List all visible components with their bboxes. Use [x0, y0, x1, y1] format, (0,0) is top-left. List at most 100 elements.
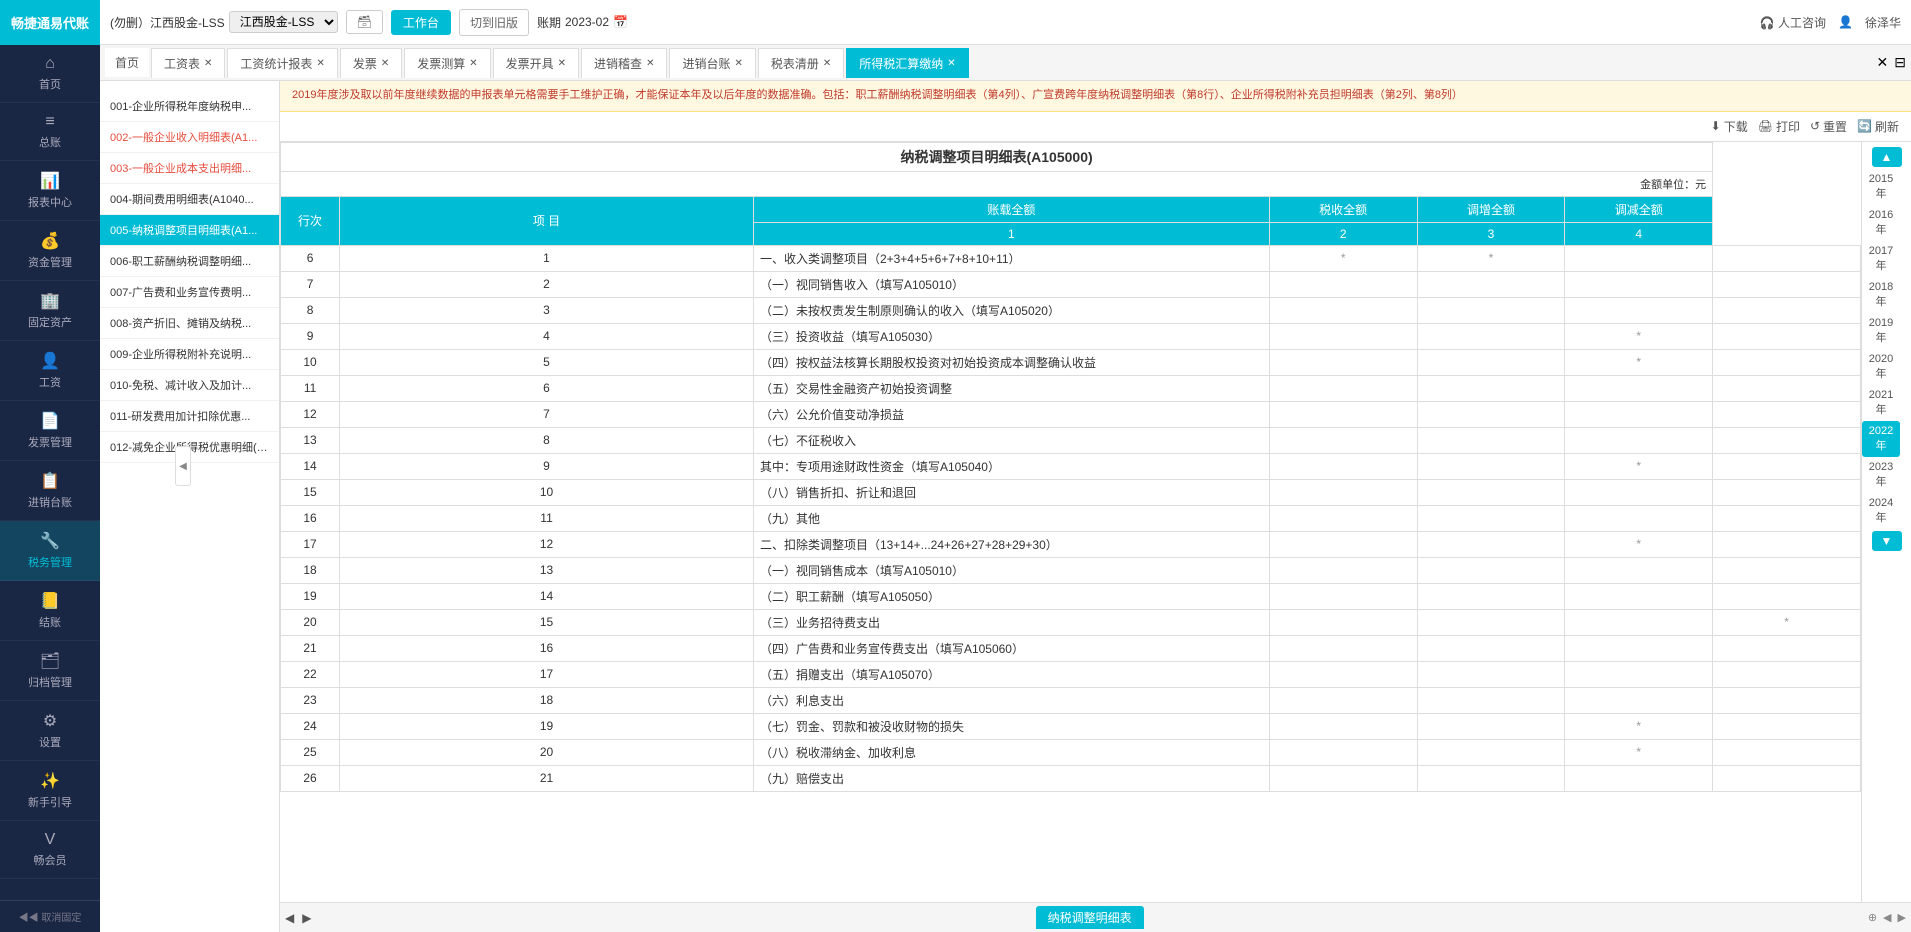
left-panel-item-010[interactable]: 010-免税、减计收入及加计... [100, 370, 279, 401]
left-panel-item-006[interactable]: 006-职工薪酬纳税调整明细... [100, 246, 279, 277]
cell-col2[interactable] [1417, 401, 1565, 427]
tab-invoice-calc[interactable]: 发票测算 ✕ [404, 48, 490, 78]
bottom-scroll-left[interactable]: ◀ [1883, 911, 1891, 924]
cell-col1[interactable] [1269, 713, 1417, 739]
sidebar-item-home[interactable]: ⌂ 首页 [0, 45, 100, 103]
year-btn[interactable]: 2020年 [1862, 349, 1900, 385]
panel-collapse-btn[interactable]: ◀ [175, 446, 191, 486]
cell-col1[interactable] [1269, 375, 1417, 401]
cell-col3[interactable] [1565, 765, 1713, 791]
cell-col1[interactable] [1269, 531, 1417, 557]
cell-col1[interactable] [1269, 557, 1417, 583]
cell-col4[interactable] [1713, 583, 1861, 609]
year-btn[interactable]: 2019年 [1862, 313, 1900, 349]
sidebar-item-finance[interactable]: 💰 资金管理 [0, 221, 100, 281]
cell-col3[interactable] [1565, 661, 1713, 687]
scroll-right-btn[interactable]: ▶ [302, 911, 311, 925]
left-panel-item-003[interactable]: 003-一般企业成本支出明细... [100, 153, 279, 184]
left-panel-item-002[interactable]: 002-一般企业收入明细表(A1... [100, 122, 279, 153]
cell-col2[interactable] [1417, 583, 1565, 609]
cell-col2[interactable] [1417, 687, 1565, 713]
table-row[interactable]: 23 18 （六）利息支出 [281, 687, 1861, 713]
year-btn[interactable]: 2018年 [1862, 277, 1900, 313]
sidebar-item-archive[interactable]: 🗂 归档管理 [0, 641, 100, 701]
table-row[interactable]: 22 17 （五）捐赠支出（填写A105070） [281, 661, 1861, 687]
table-row[interactable]: 25 20 （八）税收滞纳金、加收利息 * [281, 739, 1861, 765]
tab-tax-list[interactable]: 税表清册 ✕ [758, 48, 844, 78]
table-row[interactable]: 20 15 （三）业务招待费支出 * [281, 609, 1861, 635]
calendar-icon[interactable]: 📅 [613, 15, 628, 29]
cell-col1[interactable] [1269, 427, 1417, 453]
tab-close-payroll[interactable]: ✕ [204, 58, 212, 69]
sidebar-item-close[interactable]: 📒 结账 [0, 581, 100, 641]
table-wrapper[interactable]: 纳税调整项目明细表(A105000) 金额单位：元 行次 项 目 账载全额 税收… [280, 142, 1861, 902]
cell-col2[interactable] [1417, 609, 1565, 635]
cell-col4[interactable] [1713, 713, 1861, 739]
cell-col1[interactable] [1269, 635, 1417, 661]
cell-col3[interactable]: * [1565, 531, 1713, 557]
sidebar-item-purchase-sales[interactable]: 📋 进销台账 [0, 461, 100, 521]
cell-col4[interactable] [1713, 453, 1861, 479]
year-btn[interactable]: 2022年 [1862, 421, 1900, 457]
scroll-left-btn[interactable]: ◀ [285, 911, 294, 925]
tab-close-all-btn[interactable]: ✕ [1877, 54, 1889, 71]
cell-col1[interactable] [1269, 687, 1417, 713]
table-row[interactable]: 18 13 （一）视同销售成本（填写A105010） [281, 557, 1861, 583]
tab-income-tax[interactable]: 所得税汇算缴纳 ✕ [846, 48, 968, 78]
cell-col3[interactable]: * [1565, 739, 1713, 765]
table-row[interactable]: 9 4 （三）投资收益（填写A105030） * [281, 323, 1861, 349]
table-row[interactable]: 19 14 （二）职工薪酬（填写A105050） [281, 583, 1861, 609]
cell-col1[interactable] [1269, 661, 1417, 687]
cell-col3[interactable] [1565, 427, 1713, 453]
bottom-scroll-right[interactable]: ▶ [1898, 911, 1906, 924]
table-row[interactable]: 24 19 （七）罚金、罚款和被没收财物的损失 * [281, 713, 1861, 739]
tab-close-income-tax[interactable]: ✕ [947, 58, 955, 69]
table-row[interactable]: 6 1 一、收入类调整项目（2+3+4+5+6+7+8+10+11） * * [281, 245, 1861, 271]
cell-col3[interactable]: * [1565, 323, 1713, 349]
cell-col2[interactable]: * [1417, 245, 1565, 271]
cell-col3[interactable] [1565, 557, 1713, 583]
cell-col4[interactable] [1713, 505, 1861, 531]
left-panel-item-008[interactable]: 008-资产折旧、摊销及纳税... [100, 308, 279, 339]
cell-col4[interactable] [1713, 635, 1861, 661]
cell-col2[interactable] [1417, 531, 1565, 557]
cell-col2[interactable] [1417, 557, 1565, 583]
reset-btn[interactable]: ↺ 重置 [1810, 118, 1847, 135]
table-row[interactable]: 7 2 （一）视同销售收入（填写A105010） [281, 271, 1861, 297]
cell-col4[interactable] [1713, 349, 1861, 375]
table-row[interactable]: 16 11 （九）其他 [281, 505, 1861, 531]
cell-col3[interactable] [1565, 583, 1713, 609]
table-row[interactable]: 21 16 （四）广告费和业务宣传费支出（填写A105060） [281, 635, 1861, 661]
tab-invoice-issue[interactable]: 发票开具 ✕ [493, 48, 579, 78]
left-panel-item-011[interactable]: 011-研发费用加计扣除优惠... [100, 401, 279, 432]
cell-col4[interactable] [1713, 557, 1861, 583]
tab-close-purchase-ledger[interactable]: ✕ [734, 58, 742, 69]
cell-col3[interactable]: * [1565, 713, 1713, 739]
cell-col4[interactable] [1713, 323, 1861, 349]
cell-col4[interactable] [1713, 661, 1861, 687]
table-row[interactable]: 10 5 （四）按权益法核算长期股权投资对初始投资成本调整确认收益 * [281, 349, 1861, 375]
tab-close-invoice[interactable]: ✕ [381, 58, 389, 69]
sidebar-item-assets[interactable]: 🏢 固定资产 [0, 281, 100, 341]
cell-col4[interactable] [1713, 765, 1861, 791]
cell-col3[interactable]: * [1565, 453, 1713, 479]
sidebar-item-member[interactable]: V 畅会员 [0, 821, 100, 879]
sidebar-item-invoice[interactable]: 📄 发票管理 [0, 401, 100, 461]
table-row[interactable]: 26 21 （九）赔偿支出 [281, 765, 1861, 791]
cell-col2[interactable] [1417, 271, 1565, 297]
cell-col4[interactable] [1713, 479, 1861, 505]
cell-col2[interactable] [1417, 375, 1565, 401]
cell-col4[interactable]: * [1713, 609, 1861, 635]
cell-col1[interactable] [1269, 297, 1417, 323]
sidebar-item-tax[interactable]: 🔧 税务管理 [0, 521, 100, 581]
old-version-btn[interactable]: 切到旧版 [459, 9, 529, 36]
sidebar-item-settings[interactable]: ⚙ 设置 [0, 701, 100, 761]
cell-col3[interactable] [1565, 245, 1713, 271]
cell-col3[interactable] [1565, 635, 1713, 661]
cell-col2[interactable] [1417, 765, 1565, 791]
year-btn[interactable]: 2021年 [1862, 385, 1900, 421]
year-btn[interactable]: 2017年 [1862, 241, 1900, 277]
tab-invoice[interactable]: 发票 ✕ [340, 48, 402, 78]
cell-col4[interactable] [1713, 739, 1861, 765]
cell-col1[interactable] [1269, 505, 1417, 531]
